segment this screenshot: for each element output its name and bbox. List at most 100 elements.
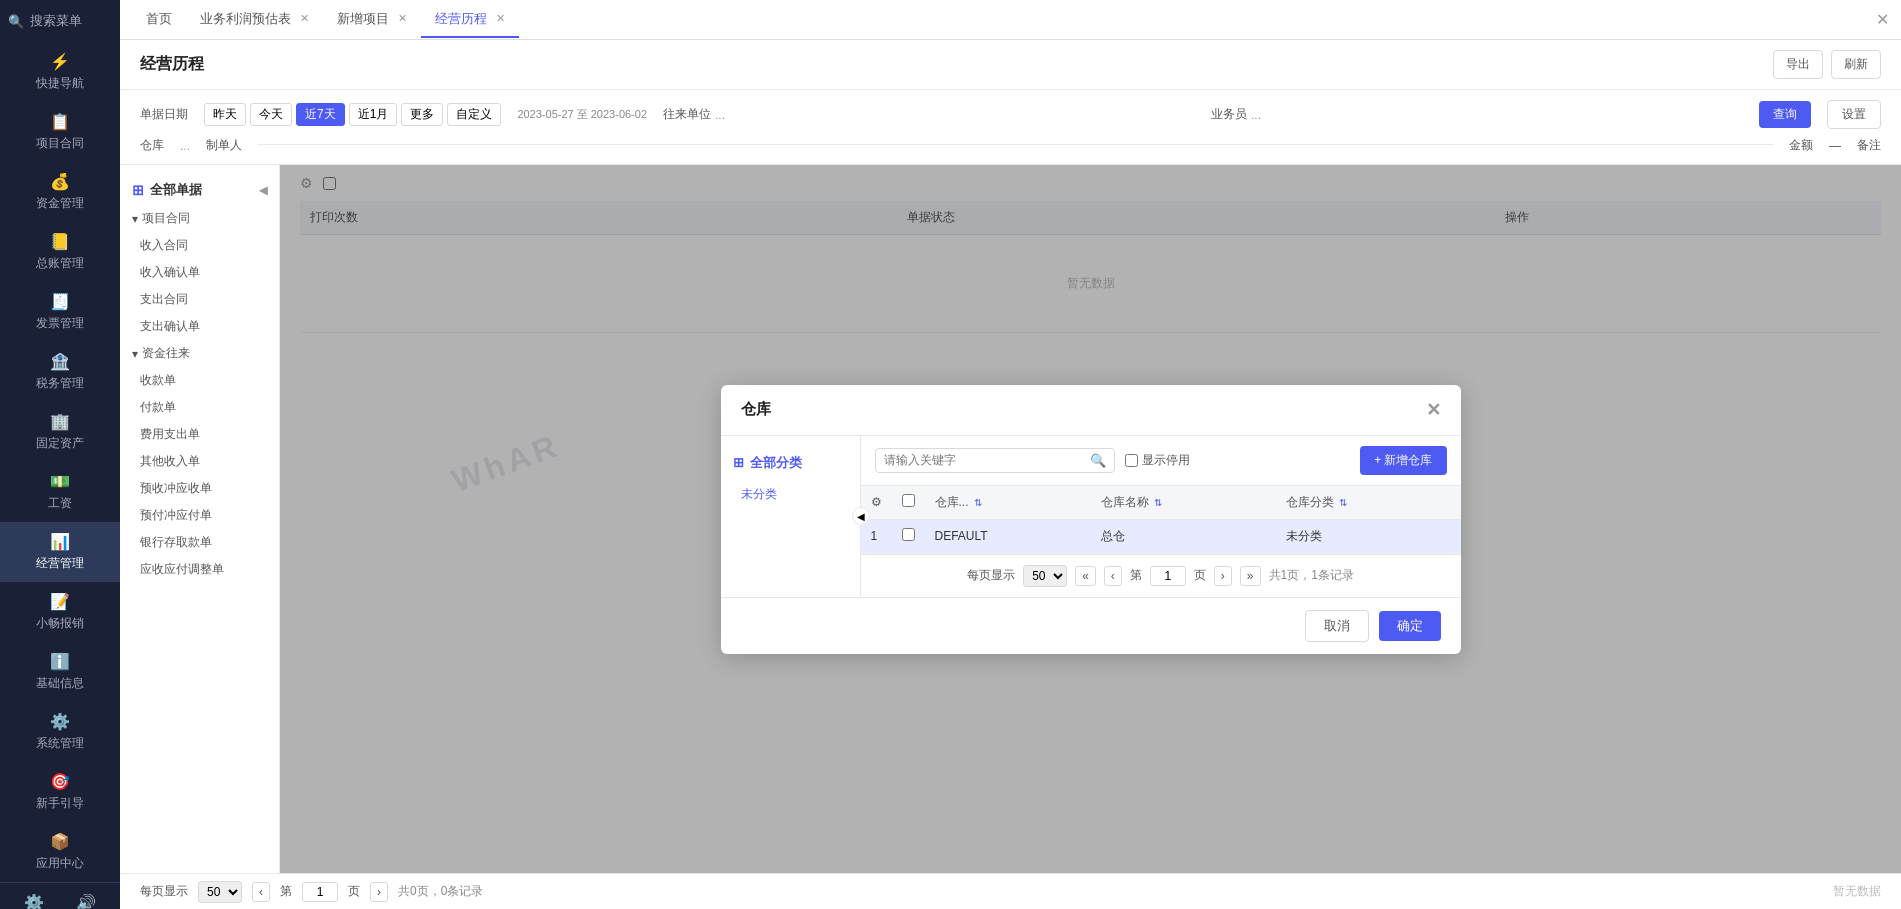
tab-profit-estimate[interactable]: 业务利润预估表 ✕ <box>186 2 323 38</box>
warehouse-dots[interactable]: ... <box>180 139 190 153</box>
refresh-button[interactable]: 刷新 <box>1831 50 1881 79</box>
sidebar-search[interactable]: 🔍 搜索菜单 <box>0 0 120 42</box>
col-warehouse-name: 仓库名称 ⇅ <box>1091 486 1276 520</box>
page-input[interactable] <box>1150 566 1186 586</box>
sidebar-item-label: 快捷导航 <box>36 75 84 92</box>
modal-body: ⊞ 全部分类 未分类 ◀ <box>721 436 1461 597</box>
counterpart-dots[interactable]: ... <box>715 108 725 122</box>
bottom-page-total: 共0页，0条记录 <box>398 883 483 900</box>
row-code: DEFAULT <box>925 519 1091 553</box>
page-next-button[interactable]: › <box>1214 566 1232 586</box>
sidebar-item-operations[interactable]: 📊 经营管理 <box>0 522 120 582</box>
modal-title: 仓库 <box>741 400 771 419</box>
sidebar-item-basic-info[interactable]: ℹ️ 基础信息 <box>0 642 120 702</box>
confirm-button[interactable]: 确定 <box>1379 611 1441 641</box>
modal-search-input[interactable] <box>884 453 1086 467</box>
add-warehouse-button[interactable]: + 新增仓库 <box>1360 446 1446 475</box>
tabs-close-all[interactable]: ✕ <box>1876 10 1889 29</box>
date-btn-7days[interactable]: 近7天 <box>296 103 345 126</box>
left-menu-item-bank[interactable]: 银行存取款单 <box>120 529 279 556</box>
funds-icon: 💰 <box>50 172 70 191</box>
left-menu-item-expense-confirm[interactable]: 支出确认单 <box>120 313 279 340</box>
sys-manage-icon: ⚙️ <box>50 712 70 731</box>
date-btn-custom[interactable]: 自定义 <box>447 103 501 126</box>
left-menu-header[interactable]: ⊞ 全部单据 ◀ <box>120 175 279 205</box>
page-first-button[interactable]: « <box>1075 566 1096 586</box>
left-menu-item-pre-pay[interactable]: 预付冲应付单 <box>120 502 279 529</box>
gear-icon-col[interactable]: ⚙ <box>871 495 882 509</box>
left-panel-collapse-button[interactable]: ◀ <box>852 507 870 525</box>
table-select-all[interactable] <box>902 494 915 507</box>
settings-icon[interactable]: ⚙️ <box>24 893 44 909</box>
salesperson-label: 业务员 <box>1211 106 1247 123</box>
volume-icon[interactable]: 🔊 <box>76 893 96 909</box>
sort-icon-code[interactable]: ⇅ <box>974 497 982 508</box>
salesperson-dots[interactable]: ... <box>1251 108 1261 122</box>
row-seq: 1 <box>861 519 892 553</box>
tab-new-project-close-icon[interactable]: ✕ <box>398 12 407 25</box>
left-menu-item-other-income[interactable]: 其他收入单 <box>120 448 279 475</box>
date-btn-today[interactable]: 今天 <box>250 103 292 126</box>
sidebar-item-shortcuts[interactable]: ⚡ 快捷导航 <box>0 42 120 102</box>
page-prev-button[interactable]: ‹ <box>1104 566 1122 586</box>
modal-close-button[interactable]: ✕ <box>1426 399 1441 421</box>
left-menu-item-income-confirm[interactable]: 收入确认单 <box>120 259 279 286</box>
table-row[interactable]: 1 DEFAULT 总仓 未分类 <box>861 519 1461 553</box>
date-btn-more[interactable]: 更多 <box>401 103 443 126</box>
tab-home[interactable]: 首页 <box>132 2 186 38</box>
sidebar-item-invoice[interactable]: 🧾 发票管理 <box>0 282 120 342</box>
tab-new-project[interactable]: 新增项目 ✕ <box>323 2 421 38</box>
tab-ops-history-label: 经营历程 <box>435 10 487 28</box>
modal-left-item-uncat[interactable]: 未分类 <box>721 480 860 509</box>
tab-operations-history[interactable]: 经营历程 ✕ <box>421 2 519 38</box>
bottom-page-input[interactable] <box>302 882 338 902</box>
setting-button[interactable]: 设置 <box>1827 100 1881 129</box>
sort-icon-name[interactable]: ⇅ <box>1154 497 1162 508</box>
counterpart-label: 往来单位 <box>663 106 711 123</box>
sidebar-item-ledger[interactable]: 📒 总账管理 <box>0 222 120 282</box>
left-menu-item-income-contract[interactable]: 收入合同 <box>120 232 279 259</box>
tab-ops-history-close-icon[interactable]: ✕ <box>496 12 505 25</box>
content-area: ⊞ 全部单据 ◀ ▾ 项目合同 收入合同 收入确认单 支出合同 支出确认单 ▾ … <box>120 165 1901 873</box>
sidebar-item-new-guide[interactable]: 🎯 新手引导 <box>0 762 120 822</box>
sidebar-item-funds[interactable]: 💰 资金管理 <box>0 162 120 222</box>
left-menu-item-expense-contract[interactable]: 支出合同 <box>120 286 279 313</box>
left-menu-item-payment[interactable]: 付款单 <box>120 394 279 421</box>
statusbar: 每页显示 50 ‹ 第 页 › 共0页，0条记录 暂无数据 <box>120 873 1901 909</box>
bottom-page-size-select[interactable]: 50 <box>198 881 242 903</box>
page-size-select[interactable]: 50 <box>1023 565 1067 587</box>
sidebar-item-label: 系统管理 <box>36 735 84 752</box>
cancel-button[interactable]: 取消 <box>1305 610 1369 642</box>
left-menu-group-funds[interactable]: ▾ 资金往来 <box>120 340 279 367</box>
show-disabled-checkbox[interactable] <box>1125 454 1138 467</box>
left-menu-item-receipt[interactable]: 收款单 <box>120 367 279 394</box>
left-menu-item-pre-receive[interactable]: 预收冲应收单 <box>120 475 279 502</box>
sidebar-item-xiao[interactable]: 📝 小畅报销 <box>0 582 120 642</box>
sidebar-item-sys-manage[interactable]: ⚙️ 系统管理 <box>0 702 120 762</box>
date-btn-yesterday[interactable]: 昨天 <box>204 103 246 126</box>
left-menu-group-project[interactable]: ▾ 项目合同 <box>120 205 279 232</box>
main-area: 首页 业务利润预估表 ✕ 新增项目 ✕ 经营历程 ✕ ✕ 经营历程 导出 刷新 <box>120 0 1901 909</box>
left-menu-item-adjust[interactable]: 应收应付调整单 <box>120 556 279 583</box>
export-button[interactable]: 导出 <box>1773 50 1823 79</box>
sidebar-item-fixed-assets[interactable]: 🏢 固定资产 <box>0 402 120 462</box>
basic-info-icon: ℹ️ <box>50 652 70 671</box>
date-btn-1month[interactable]: 近1月 <box>349 103 398 126</box>
ledger-icon: 📒 <box>50 232 70 251</box>
modal-left-header[interactable]: ⊞ 全部分类 <box>721 446 860 480</box>
sidebar-item-tax[interactable]: 🏦 税务管理 <box>0 342 120 402</box>
bottom-next-button[interactable]: › <box>370 882 388 902</box>
left-menu-collapse-icon[interactable]: ◀ <box>259 184 267 197</box>
sidebar-item-project-contract[interactable]: 📋 项目合同 <box>0 102 120 162</box>
sort-icon-cat[interactable]: ⇅ <box>1339 497 1347 508</box>
sidebar-item-app-center[interactable]: 📦 应用中心 <box>0 822 120 882</box>
fixed-assets-icon: 🏢 <box>50 412 70 431</box>
bottom-prev-button[interactable]: ‹ <box>252 882 270 902</box>
row-checkbox[interactable] <box>902 528 915 541</box>
modal-left-panel: ⊞ 全部分类 未分类 ◀ <box>721 436 861 597</box>
sidebar-item-salary[interactable]: 💵 工资 <box>0 462 120 522</box>
page-last-button[interactable]: » <box>1240 566 1261 586</box>
query-button[interactable]: 查询 <box>1759 101 1811 128</box>
left-menu-item-expense-out[interactable]: 费用支出单 <box>120 421 279 448</box>
tab-profit-close-icon[interactable]: ✕ <box>300 12 309 25</box>
